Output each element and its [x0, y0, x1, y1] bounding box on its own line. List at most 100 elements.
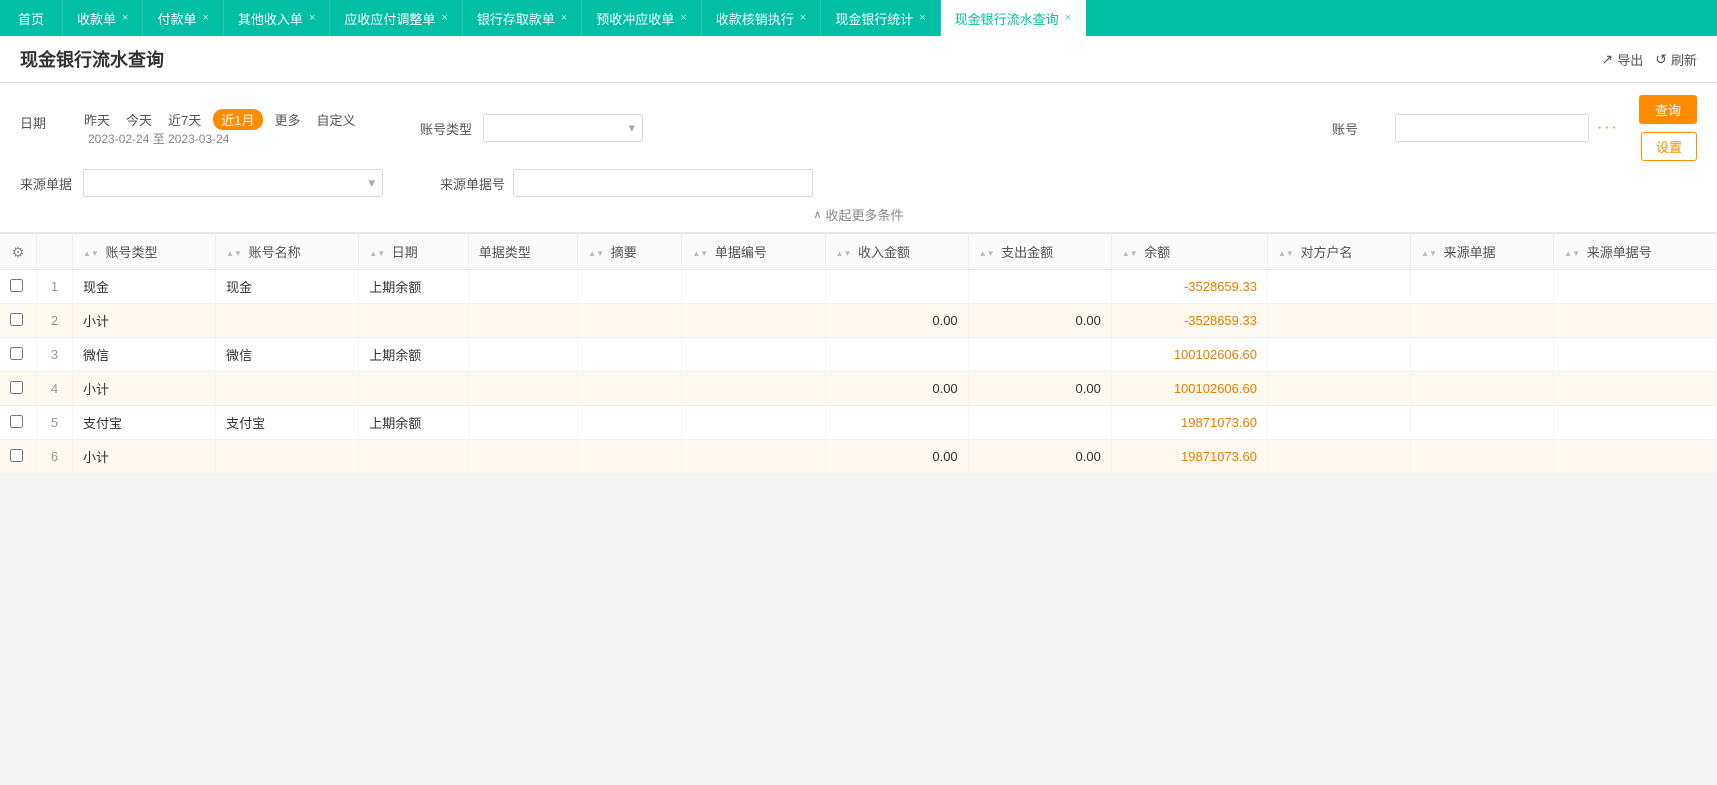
shortcut-7days[interactable]: 近7天: [164, 109, 205, 130]
cell-income: [825, 406, 968, 440]
nav-payments[interactable]: 付款单 ×: [143, 0, 223, 36]
th-counterpart[interactable]: ▲▼ 对方户名: [1267, 234, 1410, 270]
nav-ar-ap-adjust[interactable]: 应收应付调整单 ×: [330, 0, 462, 36]
table-row[interactable]: 4小计0.000.00100102606.60: [0, 372, 1717, 406]
nav-receipts-close[interactable]: ×: [122, 12, 128, 24]
nav-bank-deposit-close[interactable]: ×: [561, 12, 567, 24]
cell-account-type: 现金: [73, 270, 216, 304]
th-account-name[interactable]: ▲▼ 账号名称: [216, 234, 359, 270]
shortcut-today[interactable]: 今天: [122, 109, 156, 130]
th-account-type[interactable]: ▲▼ 账号类型: [73, 234, 216, 270]
nav-payments-close[interactable]: ×: [202, 12, 208, 24]
query-button[interactable]: 查询: [1639, 95, 1697, 124]
filter-row-2: 来源单据 来源单据号: [20, 169, 1697, 197]
refresh-button[interactable]: ↺ 刷新: [1655, 50, 1697, 69]
nav-cash-bank-stats[interactable]: 现金银行统计 ×: [821, 0, 940, 36]
nav-receipt-verify-close[interactable]: ×: [800, 12, 806, 24]
cell-expense: [968, 338, 1111, 372]
export-button[interactable]: ↗ 导出: [1602, 50, 1644, 69]
date-shortcuts: 昨天 今天 近7天 近1月 更多 自定义: [80, 109, 360, 130]
collapse-label: 收起更多条件: [826, 205, 904, 224]
nav-cash-bank-stats-label: 现金银行统计: [835, 9, 913, 28]
th-date[interactable]: ▲▼ 日期: [359, 234, 468, 270]
th-source-doc-no[interactable]: ▲▼ 来源单据号: [1554, 234, 1717, 270]
table-body: 1现金现金上期余额-3528659.332小计0.000.00-3528659.…: [0, 270, 1717, 474]
row-checkbox[interactable]: [10, 279, 23, 292]
top-navigation: 首页 收款单 × 付款单 × 其他收入单 × 应收应付调整单 × 银行存取款单 …: [0, 0, 1717, 36]
th-income[interactable]: ▲▼ 收入金额: [825, 234, 968, 270]
cell-source-doc: [1411, 372, 1554, 406]
row-checkbox-cell: [0, 338, 37, 372]
cell-counterpart: [1267, 372, 1410, 406]
action-buttons: 查询 设置: [1619, 95, 1697, 161]
nav-cash-bank-stats-close[interactable]: ×: [919, 12, 925, 24]
table-row[interactable]: 1现金现金上期余额-3528659.33: [0, 270, 1717, 304]
cell-counterpart: [1267, 338, 1410, 372]
account-type-select-wrapper: [483, 114, 643, 142]
nav-cash-bank-flow[interactable]: 现金银行流水查询 ×: [941, 0, 1086, 36]
cell-summary: [578, 338, 682, 372]
nav-prepay-offset[interactable]: 预收冲应收单 ×: [582, 0, 701, 36]
cell-account-name: 微信: [216, 338, 359, 372]
table-row[interactable]: 6小计0.000.0019871073.60: [0, 440, 1717, 474]
nav-receipt-verify[interactable]: 收款核销执行 ×: [702, 0, 821, 36]
row-checkbox[interactable]: [10, 415, 23, 428]
nav-ar-ap-adjust-close[interactable]: ×: [441, 12, 447, 24]
th-summary[interactable]: ▲▼ 摘要: [578, 234, 682, 270]
nav-other-income[interactable]: 其他收入单 ×: [224, 0, 330, 36]
row-checkbox[interactable]: [10, 347, 23, 360]
th-source-doc[interactable]: ▲▼ 来源单据: [1411, 234, 1554, 270]
row-checkbox[interactable]: [10, 313, 23, 326]
shortcut-yesterday[interactable]: 昨天: [80, 109, 114, 130]
nav-home-label: 首页: [18, 9, 44, 28]
cell-doc-no: [682, 372, 825, 406]
account-type-select[interactable]: [483, 114, 643, 142]
row-checkbox[interactable]: [10, 449, 23, 462]
shortcut-1month[interactable]: 近1月: [213, 109, 262, 130]
nav-cash-bank-flow-close[interactable]: ×: [1065, 12, 1071, 24]
cell-balance: 100102606.60: [1111, 372, 1267, 406]
export-icon: ↗: [1602, 51, 1614, 68]
source-doc-select[interactable]: [83, 169, 383, 197]
sort-account-name-icon: ▲▼: [226, 250, 242, 258]
cell-summary: [578, 270, 682, 304]
th-expense[interactable]: ▲▼ 支出金额: [968, 234, 1111, 270]
cell-doc-type: [468, 440, 577, 474]
cell-expense: 0.00: [968, 440, 1111, 474]
th-balance[interactable]: ▲▼ 余额: [1111, 234, 1267, 270]
nav-other-income-close[interactable]: ×: [309, 12, 315, 24]
table-row[interactable]: 2小计0.000.00-3528659.33: [0, 304, 1717, 338]
row-number: 4: [37, 372, 73, 406]
row-checkbox[interactable]: [10, 381, 23, 394]
nav-cash-bank-flow-label: 现金银行流水查询: [955, 9, 1059, 28]
cell-expense: 0.00: [968, 372, 1111, 406]
th-doc-no[interactable]: ▲▼ 单据编号: [682, 234, 825, 270]
table-settings-icon[interactable]: ⚙: [10, 244, 26, 260]
account-ellipsis[interactable]: ···: [1597, 119, 1619, 137]
table-row[interactable]: 3微信微信上期余额100102606.60: [0, 338, 1717, 372]
sort-date-icon: ▲▼: [369, 250, 385, 258]
collapse-bar[interactable]: ∧ 收起更多条件: [20, 205, 1697, 224]
cell-expense: [968, 270, 1111, 304]
nav-bank-deposit[interactable]: 银行存取款单 ×: [463, 0, 582, 36]
settings-button[interactable]: 设置: [1641, 132, 1697, 161]
sort-account-type-icon: ▲▼: [83, 250, 99, 258]
cell-date: 上期余额: [359, 270, 468, 304]
table-settings-col[interactable]: ⚙: [0, 234, 37, 270]
cell-doc-no: [682, 338, 825, 372]
nav-receipts-label: 收款单: [77, 9, 116, 28]
source-doc-no-input[interactable]: [513, 169, 813, 197]
table-row[interactable]: 5支付宝支付宝上期余额19871073.60: [0, 406, 1717, 440]
cell-income: [825, 270, 968, 304]
nav-prepay-offset-close[interactable]: ×: [680, 12, 686, 24]
shortcut-custom[interactable]: 自定义: [313, 109, 360, 130]
account-input[interactable]: [1395, 114, 1589, 142]
cell-income: 0.00: [825, 440, 968, 474]
cell-account-type: 支付宝: [73, 406, 216, 440]
row-checkbox-cell: [0, 406, 37, 440]
nav-home[interactable]: 首页: [0, 0, 63, 36]
nav-receipts[interactable]: 收款单 ×: [63, 0, 143, 36]
cell-source-doc: [1411, 440, 1554, 474]
row-number: 3: [37, 338, 73, 372]
shortcut-more[interactable]: 更多: [271, 109, 305, 130]
